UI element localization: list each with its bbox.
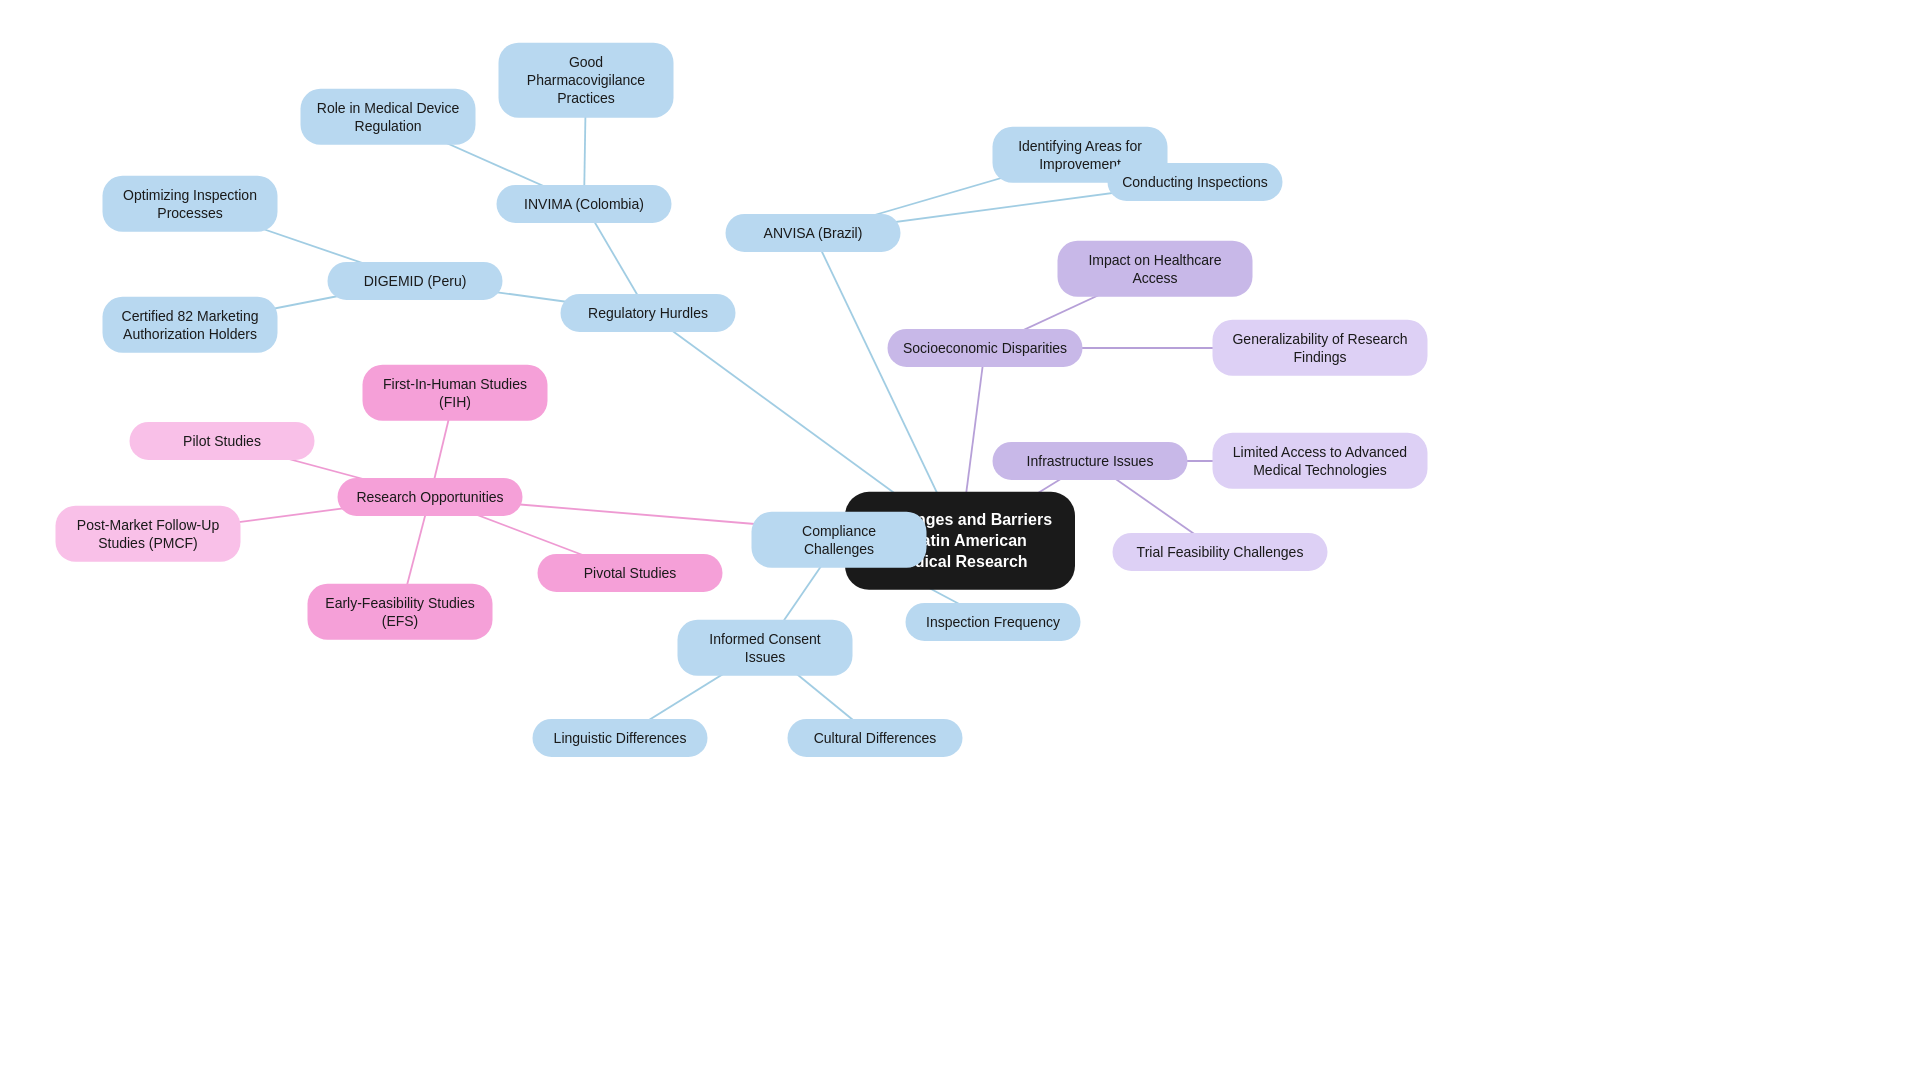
node-informed_consent[interactable]: Informed Consent Issues — [678, 620, 853, 676]
node-cultural[interactable]: Cultural Differences — [788, 719, 963, 757]
node-post_market[interactable]: Post-Market Follow-Up Studies (PMCF) — [56, 506, 241, 562]
node-impact_healthcare[interactable]: Impact on Healthcare Access — [1058, 241, 1253, 297]
node-inspection_frequency[interactable]: Inspection Frequency — [906, 603, 1081, 641]
node-linguistic[interactable]: Linguistic Differences — [533, 719, 708, 757]
node-pivotal_studies[interactable]: Pivotal Studies — [538, 554, 723, 592]
node-first_in_human[interactable]: First-In-Human Studies (FIH) — [363, 365, 548, 421]
node-early_feasibility[interactable]: Early-Feasibility Studies (EFS) — [308, 584, 493, 640]
node-generalizability[interactable]: Generalizability of Research Findings — [1213, 320, 1428, 376]
node-role_medical[interactable]: Role in Medical Device Regulation — [301, 89, 476, 145]
node-optimizing[interactable]: Optimizing Inspection Processes — [103, 176, 278, 232]
node-trial_feasibility[interactable]: Trial Feasibility Challenges — [1113, 533, 1328, 571]
node-regulatory_hurdles[interactable]: Regulatory Hurdles — [561, 294, 736, 332]
node-conducting[interactable]: Conducting Inspections — [1108, 163, 1283, 201]
mindmap-container: Challenges and Barriers in Latin America… — [0, 0, 1920, 1083]
node-invima[interactable]: INVIMA (Colombia) — [497, 185, 672, 223]
node-pilot_studies[interactable]: Pilot Studies — [130, 422, 315, 460]
node-socioeconomic[interactable]: Socioeconomic Disparities — [888, 329, 1083, 367]
node-digemid[interactable]: DIGEMID (Peru) — [328, 262, 503, 300]
node-good_pharma[interactable]: Good Pharmacovigilance Practices — [499, 43, 674, 118]
node-research_opportunities[interactable]: Research Opportunities — [338, 478, 523, 516]
node-compliance_challenges[interactable]: Compliance Challenges — [752, 512, 927, 568]
node-limited_access[interactable]: Limited Access to Advanced Medical Techn… — [1213, 433, 1428, 489]
node-infrastructure[interactable]: Infrastructure Issues — [993, 442, 1188, 480]
node-certified[interactable]: Certified 82 Marketing Authorization Hol… — [103, 297, 278, 353]
node-anvisa[interactable]: ANVISA (Brazil) — [726, 214, 901, 252]
